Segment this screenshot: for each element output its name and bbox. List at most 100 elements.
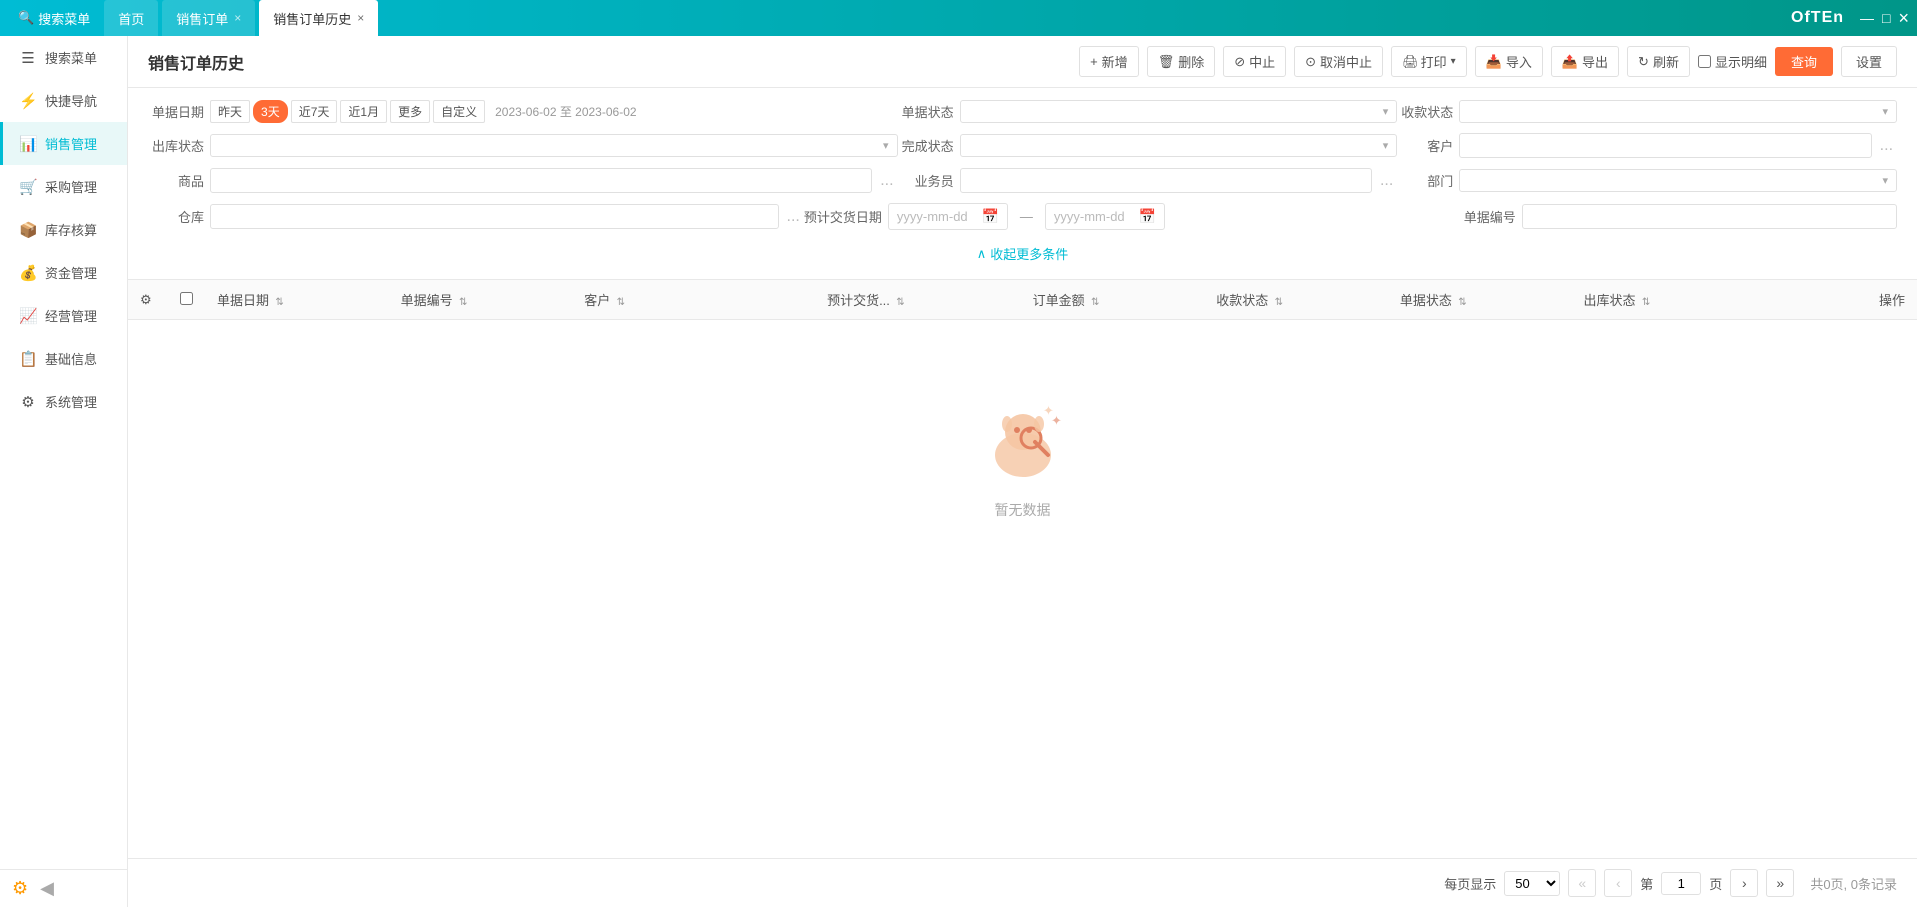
- th-receipt-status[interactable]: 收款状态 ⇅: [1204, 280, 1388, 320]
- customer-browse-btn[interactable]: ...: [1876, 137, 1897, 155]
- select-all-checkbox[interactable]: [180, 292, 193, 305]
- sidebar-item-operations[interactable]: 📈 经营管理: [0, 294, 127, 337]
- tab-sales-order-history-label: 销售订单历史: [273, 9, 351, 28]
- bill-status-label: 单据状态: [898, 102, 954, 121]
- empty-text: 暂无数据: [995, 500, 1051, 520]
- next-page-btn[interactable]: ›: [1730, 869, 1758, 897]
- warehouse-browse-btn[interactable]: ...: [783, 208, 804, 226]
- date-btn-7days[interactable]: 近7天: [291, 100, 338, 123]
- tab-sales-order-history[interactable]: 销售订单历史 ×: [259, 0, 378, 36]
- dept-select[interactable]: ▾: [1459, 169, 1897, 192]
- tab-sales-order-history-close[interactable]: ×: [357, 11, 364, 25]
- date-to-value: yyyy-mm-dd: [1054, 209, 1125, 224]
- btn-import[interactable]: 📥 导入: [1475, 46, 1543, 77]
- th-customer[interactable]: 客户 ⇅: [572, 280, 815, 320]
- date-range-btns: 昨天 3天 近7天 近1月 更多 自定义: [210, 100, 485, 123]
- show-detail-checkbox[interactable]: [1698, 55, 1711, 68]
- th-amount[interactable]: 订单金额 ⇅: [1021, 280, 1205, 320]
- customer-input[interactable]: [1459, 133, 1871, 158]
- btn-new[interactable]: + 新增: [1079, 46, 1139, 77]
- search-menu-btn[interactable]: 🔍 搜索菜单: [8, 5, 100, 32]
- sidebar-item-system[interactable]: ⚙ 系统管理: [0, 380, 127, 423]
- show-detail-check[interactable]: 显示明细: [1698, 52, 1767, 71]
- cal-to-icon[interactable]: 📅: [1138, 208, 1155, 225]
- bill-status-select[interactable]: ▾: [960, 100, 1398, 123]
- filter-row-1: 单据日期 昨天 3天 近7天 近1月 更多 自定义 2023-06-02 至 2…: [148, 100, 1897, 123]
- th-date[interactable]: 单据日期 ⇅: [205, 280, 389, 320]
- maximize-btn[interactable]: □: [1882, 10, 1890, 26]
- sidebar-item-purchase[interactable]: 🛒 采购管理: [0, 165, 127, 208]
- th-receipt-status-label: 收款状态: [1216, 293, 1268, 308]
- date-to-input[interactable]: yyyy-mm-dd 📅: [1045, 203, 1165, 230]
- btn-refresh[interactable]: ↻ 刷新: [1627, 46, 1690, 77]
- sidebar-label-inventory: 库存核算: [45, 220, 97, 239]
- btn-delete[interactable]: 🗑 删除: [1147, 46, 1216, 77]
- page-size-select[interactable]: 50 10 20 100: [1504, 871, 1560, 896]
- warehouse-label: 仓库: [148, 207, 204, 226]
- inventory-icon: 📦: [19, 221, 37, 239]
- btn-cancel-stop[interactable]: ⊙ 取消中止: [1294, 46, 1383, 77]
- search-menu-label: 搜索菜单: [38, 9, 90, 28]
- sidebar-settings-icon[interactable]: ⚙: [12, 878, 28, 899]
- receipt-status-select[interactable]: ▾: [1459, 100, 1897, 123]
- date-label: 单据日期: [148, 102, 204, 121]
- filter-order-no: 单据编号: [1460, 204, 1897, 229]
- prev-page-btn[interactable]: ‹: [1604, 869, 1632, 897]
- date-btn-3days[interactable]: 3天: [253, 100, 288, 123]
- th-settings[interactable]: ⚙: [128, 280, 168, 320]
- tab-sales-order[interactable]: 销售订单 ×: [162, 0, 255, 36]
- table-area: ⚙ 单据日期 ⇅ 单据编号 ⇅: [128, 280, 1917, 858]
- filter-receipt-status: 收款状态 ▾: [1397, 100, 1897, 123]
- date-from-input[interactable]: yyyy-mm-dd 📅: [888, 203, 1008, 230]
- sidebar-collapse-icon[interactable]: ◀: [40, 878, 54, 899]
- date-btn-custom[interactable]: 自定义: [433, 100, 485, 123]
- cal-from-icon[interactable]: 📅: [981, 208, 998, 225]
- sidebar-item-basicinfo[interactable]: 📋 基础信息: [0, 337, 127, 380]
- last-page-btn[interactable]: »: [1766, 869, 1794, 897]
- collapse-bar[interactable]: ∧ 收起更多条件: [148, 240, 1897, 267]
- complete-select[interactable]: ▾: [960, 134, 1398, 157]
- goods-browse-btn[interactable]: ...: [876, 172, 897, 190]
- btn-cancel-stop-label: 取消中止: [1320, 52, 1372, 71]
- settings-icon[interactable]: ⚙: [140, 292, 152, 307]
- sidebar-item-quicknav[interactable]: ⚡ 快捷导航: [0, 79, 127, 122]
- th-bill-status[interactable]: 单据状态 ⇅: [1388, 280, 1572, 320]
- th-expected-date[interactable]: 预计交货... ⇅: [815, 280, 1021, 320]
- customer-control: ...: [1459, 133, 1897, 158]
- btn-stop[interactable]: ⊘ 中止: [1223, 46, 1286, 77]
- sales-rep-browse-btn[interactable]: ...: [1376, 172, 1397, 190]
- sidebar-item-search[interactable]: ☰ 搜索菜单: [0, 36, 127, 79]
- tab-sales-order-close[interactable]: ×: [234, 11, 241, 25]
- th-outbound-status[interactable]: 出库状态 ⇅: [1571, 280, 1755, 320]
- tab-home[interactable]: 首页: [104, 0, 158, 36]
- th-order-no[interactable]: 单据编号 ⇅: [389, 280, 573, 320]
- setting-button[interactable]: 设置: [1841, 46, 1897, 77]
- order-no-input[interactable]: [1522, 204, 1897, 229]
- query-button[interactable]: 查询: [1775, 47, 1833, 76]
- date-btn-1month[interactable]: 近1月: [340, 100, 387, 123]
- filter-customer: 客户 ...: [1397, 133, 1897, 158]
- sidebar-item-inventory[interactable]: 📦 库存核算: [0, 208, 127, 251]
- close-btn[interactable]: ×: [1898, 8, 1909, 29]
- sales-rep-input[interactable]: [960, 168, 1372, 193]
- btn-export[interactable]: 📤 导出: [1551, 46, 1619, 77]
- warehouse-input[interactable]: [210, 204, 779, 229]
- first-page-btn[interactable]: «: [1568, 869, 1596, 897]
- minimize-btn[interactable]: —: [1860, 10, 1874, 26]
- outbound-dropdown-icon: ▾: [883, 139, 889, 152]
- current-page-input[interactable]: [1661, 872, 1701, 895]
- print-dropdown-icon: ▾: [1451, 56, 1456, 67]
- date-range-text: 2023-06-02 至 2023-06-02: [495, 103, 636, 120]
- sidebar-item-sales[interactable]: 📊 销售管理: [0, 122, 127, 165]
- th-amount-label: 订单金额: [1033, 293, 1085, 308]
- btn-print[interactable]: 🖨 打印 ▾: [1391, 46, 1467, 77]
- date-btn-yesterday[interactable]: 昨天: [210, 100, 250, 123]
- th-check[interactable]: [168, 280, 205, 320]
- btn-delete-label: 删除: [1178, 52, 1204, 71]
- date-btn-more[interactable]: 更多: [390, 100, 430, 123]
- goods-input[interactable]: [210, 168, 872, 193]
- date-sep: —: [1020, 209, 1033, 224]
- sidebar-item-finance[interactable]: 💰 资金管理: [0, 251, 127, 294]
- outbound-select[interactable]: ▾: [210, 134, 898, 157]
- system-icon: ⚙: [19, 393, 37, 411]
